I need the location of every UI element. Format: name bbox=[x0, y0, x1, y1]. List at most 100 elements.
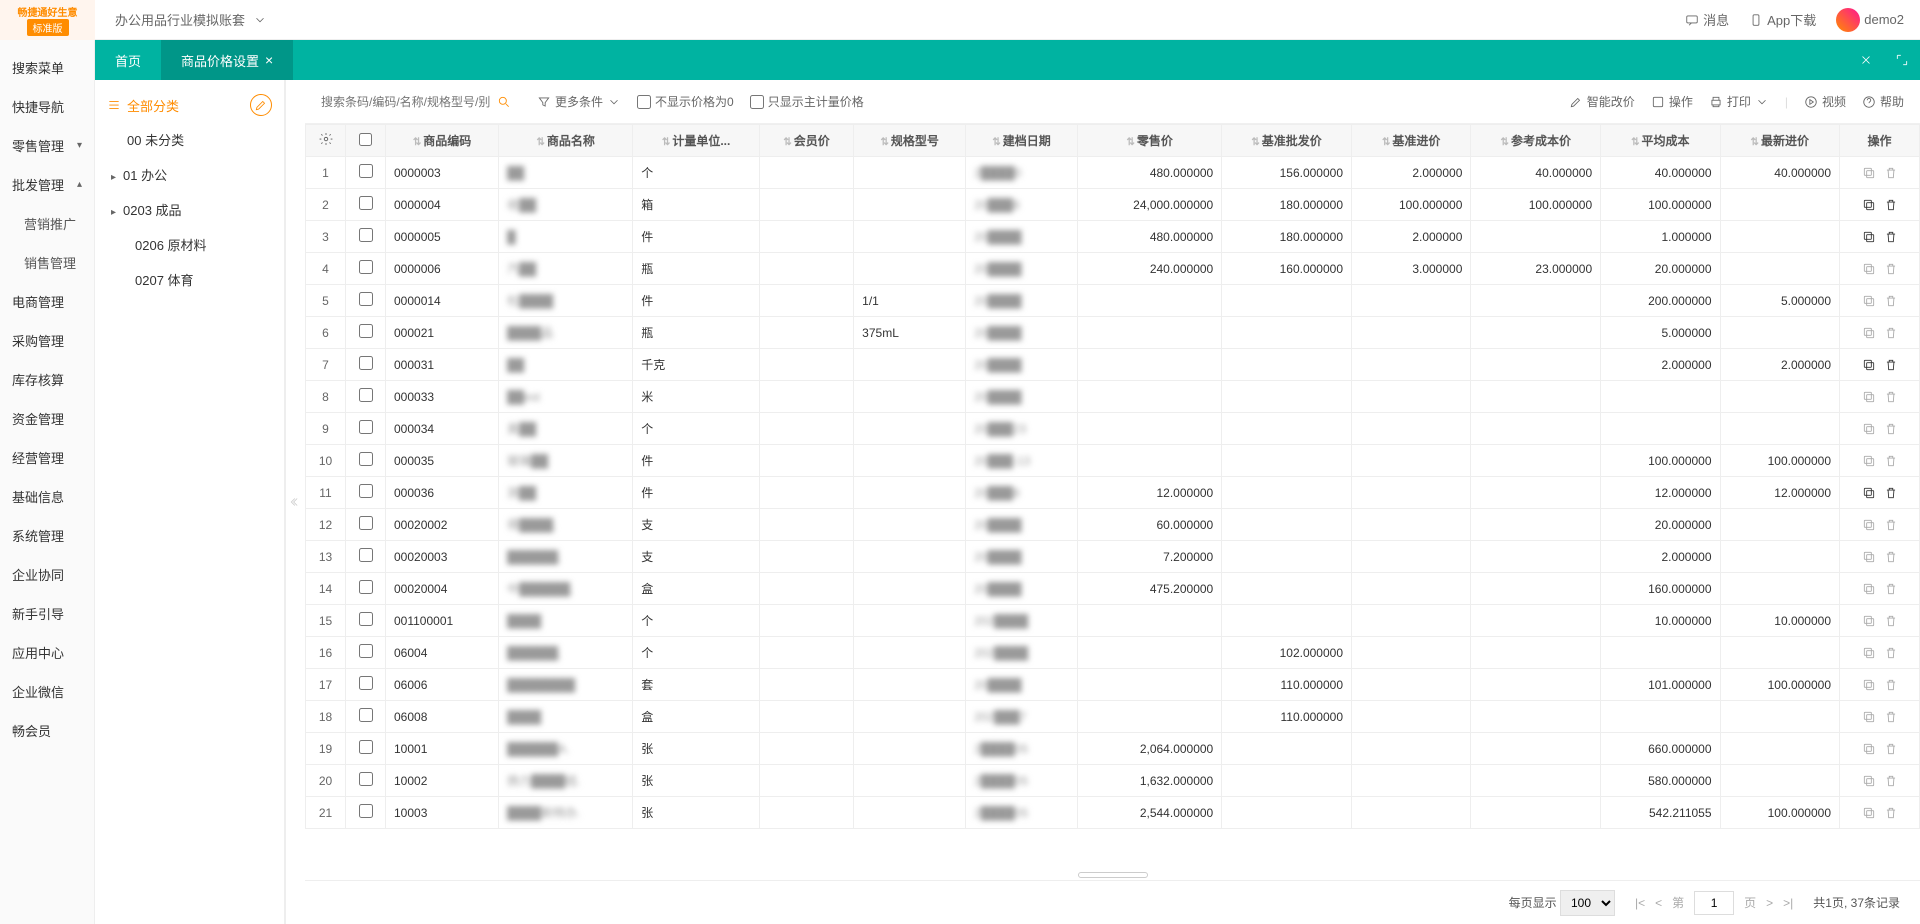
delete-icon[interactable] bbox=[1884, 358, 1898, 372]
table-row[interactable]: 11000036测██件20███812.00000012.00000012.0… bbox=[306, 477, 1920, 509]
delete-icon[interactable] bbox=[1884, 198, 1898, 212]
tab[interactable]: 商品价格设置× bbox=[161, 40, 293, 80]
row-checkbox[interactable] bbox=[359, 420, 373, 434]
copy-icon[interactable] bbox=[1862, 518, 1876, 532]
copy-icon[interactable] bbox=[1862, 390, 1876, 404]
copy-icon[interactable] bbox=[1862, 550, 1876, 564]
sidebar-item[interactable]: 系统管理 bbox=[0, 516, 94, 555]
sidebar-item[interactable]: 经营管理 bbox=[0, 438, 94, 477]
copy-icon[interactable] bbox=[1862, 294, 1876, 308]
sidebar-item[interactable]: 采购管理 bbox=[0, 321, 94, 360]
copy-icon[interactable] bbox=[1862, 582, 1876, 596]
pager-page-input[interactable] bbox=[1694, 891, 1734, 915]
row-checkbox[interactable] bbox=[359, 644, 373, 658]
row-checkbox[interactable] bbox=[359, 548, 373, 562]
row-checkbox[interactable] bbox=[359, 356, 373, 370]
table-row[interactable]: 50000014杜████件1/120████200.0000005.00000… bbox=[306, 285, 1920, 317]
column-header[interactable]: ⇅基准进价 bbox=[1352, 125, 1471, 157]
column-header[interactable]: ⇅零售价 bbox=[1078, 125, 1222, 157]
row-checkbox[interactable] bbox=[359, 772, 373, 786]
delete-icon[interactable] bbox=[1884, 326, 1898, 340]
table-row[interactable]: 10000003██个2████0480.000000156.0000002.0… bbox=[306, 157, 1920, 189]
table-row[interactable]: 1910001██████A.张2████052,064.000000660.0… bbox=[306, 733, 1920, 765]
tree-collapse-button[interactable] bbox=[285, 80, 305, 924]
tree-item[interactable]: 0207 体育 bbox=[95, 262, 284, 297]
copy-icon[interactable] bbox=[1862, 454, 1876, 468]
pager-prev-button[interactable]: < bbox=[1655, 896, 1662, 910]
table-row[interactable]: 40000006汽██瓶20████240.000000160.0000003.… bbox=[306, 253, 1920, 285]
table-row[interactable]: 15001100001████个202████10.00000010.00000… bbox=[306, 605, 1920, 637]
table-row[interactable]: 1200020002得████.支20████60.00000020.00000… bbox=[306, 509, 1920, 541]
delete-icon[interactable] bbox=[1884, 646, 1898, 660]
row-checkbox[interactable] bbox=[359, 516, 373, 530]
per-page-select[interactable]: 100 bbox=[1560, 890, 1615, 916]
table-row[interactable]: 8000033██est米20████ bbox=[306, 381, 1920, 413]
delete-icon[interactable] bbox=[1884, 806, 1898, 820]
sidebar-item[interactable]: 电商管理 bbox=[0, 282, 94, 321]
user-menu[interactable]: demo2 bbox=[1836, 8, 1904, 32]
column-header[interactable]: ⇅计量单位... bbox=[633, 125, 760, 157]
tab-close-all-button[interactable] bbox=[1848, 40, 1884, 80]
copy-icon[interactable] bbox=[1862, 326, 1876, 340]
copy-icon[interactable] bbox=[1862, 358, 1876, 372]
copy-icon[interactable] bbox=[1862, 742, 1876, 756]
copy-icon[interactable] bbox=[1862, 230, 1876, 244]
table-row[interactable]: 2010002扬力████结.张2████051,632.000000580.0… bbox=[306, 765, 1920, 797]
column-header[interactable] bbox=[346, 125, 386, 157]
column-header[interactable]: ⇅最新进价 bbox=[1720, 125, 1839, 157]
gear-icon[interactable] bbox=[319, 132, 333, 146]
copy-icon[interactable] bbox=[1862, 166, 1876, 180]
tree-header[interactable]: 全部分类 bbox=[95, 88, 284, 122]
column-header[interactable]: ⇅平均成本 bbox=[1601, 125, 1720, 157]
copy-icon[interactable] bbox=[1862, 614, 1876, 628]
row-checkbox[interactable] bbox=[359, 580, 373, 594]
tree-item[interactable]: ▸01 办公 bbox=[95, 157, 284, 192]
row-checkbox[interactable] bbox=[359, 452, 373, 466]
delete-icon[interactable] bbox=[1884, 166, 1898, 180]
sidebar-item[interactable]: 应用中心 bbox=[0, 633, 94, 672]
pager-next-button[interactable]: > bbox=[1766, 896, 1773, 910]
tab[interactable]: 首页 bbox=[95, 40, 161, 80]
row-checkbox[interactable] bbox=[359, 676, 373, 690]
row-checkbox[interactable] bbox=[359, 708, 373, 722]
search-input[interactable] bbox=[321, 95, 491, 109]
copy-icon[interactable] bbox=[1862, 710, 1876, 724]
row-checkbox[interactable] bbox=[359, 260, 373, 274]
delete-icon[interactable] bbox=[1884, 582, 1898, 596]
row-checkbox[interactable] bbox=[359, 292, 373, 306]
table-row[interactable]: 20000004收██箱20███824,000.000000180.00000… bbox=[306, 189, 1920, 221]
column-header[interactable]: ⇅基准批发价 bbox=[1222, 125, 1352, 157]
select-all-checkbox[interactable] bbox=[359, 133, 372, 146]
table-row[interactable]: 2110003████新特办.张2████052,544.000000542.2… bbox=[306, 797, 1920, 829]
delete-icon[interactable] bbox=[1884, 550, 1898, 564]
row-checkbox[interactable] bbox=[359, 484, 373, 498]
sidebar-item[interactable]: 畅会员 bbox=[0, 711, 94, 750]
tree-item[interactable]: 0206 原材料 bbox=[95, 227, 284, 262]
delete-icon[interactable] bbox=[1884, 518, 1898, 532]
column-header[interactable]: 操作 bbox=[1840, 125, 1920, 157]
operate-button[interactable]: 操作 bbox=[1651, 93, 1693, 110]
table-row[interactable]: 30000005█件20████480.000000180.0000002.00… bbox=[306, 221, 1920, 253]
tab-close-icon[interactable]: × bbox=[265, 52, 273, 68]
delete-icon[interactable] bbox=[1884, 422, 1898, 436]
row-checkbox[interactable] bbox=[359, 804, 373, 818]
tree-item[interactable]: ▸0203 成品 bbox=[95, 192, 284, 227]
sidebar-item[interactable]: 批发管理▴ bbox=[0, 165, 94, 204]
print-button[interactable]: 打印 bbox=[1709, 93, 1769, 110]
smart-modify-button[interactable]: 智能改价 bbox=[1569, 93, 1635, 110]
column-header[interactable]: ⇅建档日期 bbox=[966, 125, 1078, 157]
main-unit-checkbox[interactable]: 只显示主计量价格 bbox=[750, 93, 864, 110]
column-header[interactable]: ⇅会员价 bbox=[760, 125, 854, 157]
copy-icon[interactable] bbox=[1862, 646, 1876, 660]
delete-icon[interactable] bbox=[1884, 614, 1898, 628]
row-checkbox[interactable] bbox=[359, 164, 373, 178]
sidebar-item[interactable]: 快捷导航 bbox=[0, 87, 94, 126]
delete-icon[interactable] bbox=[1884, 678, 1898, 692]
pager-first-button[interactable]: |< bbox=[1635, 896, 1645, 910]
sidebar-item[interactable]: 企业协同 bbox=[0, 555, 94, 594]
sidebar-sub-item[interactable]: 营销推广 bbox=[0, 204, 94, 243]
sidebar-sub-item[interactable]: 销售管理 bbox=[0, 243, 94, 282]
more-filter-button[interactable]: 更多条件 bbox=[537, 93, 621, 110]
delete-icon[interactable] bbox=[1884, 262, 1898, 276]
drag-handle[interactable] bbox=[1078, 872, 1148, 878]
